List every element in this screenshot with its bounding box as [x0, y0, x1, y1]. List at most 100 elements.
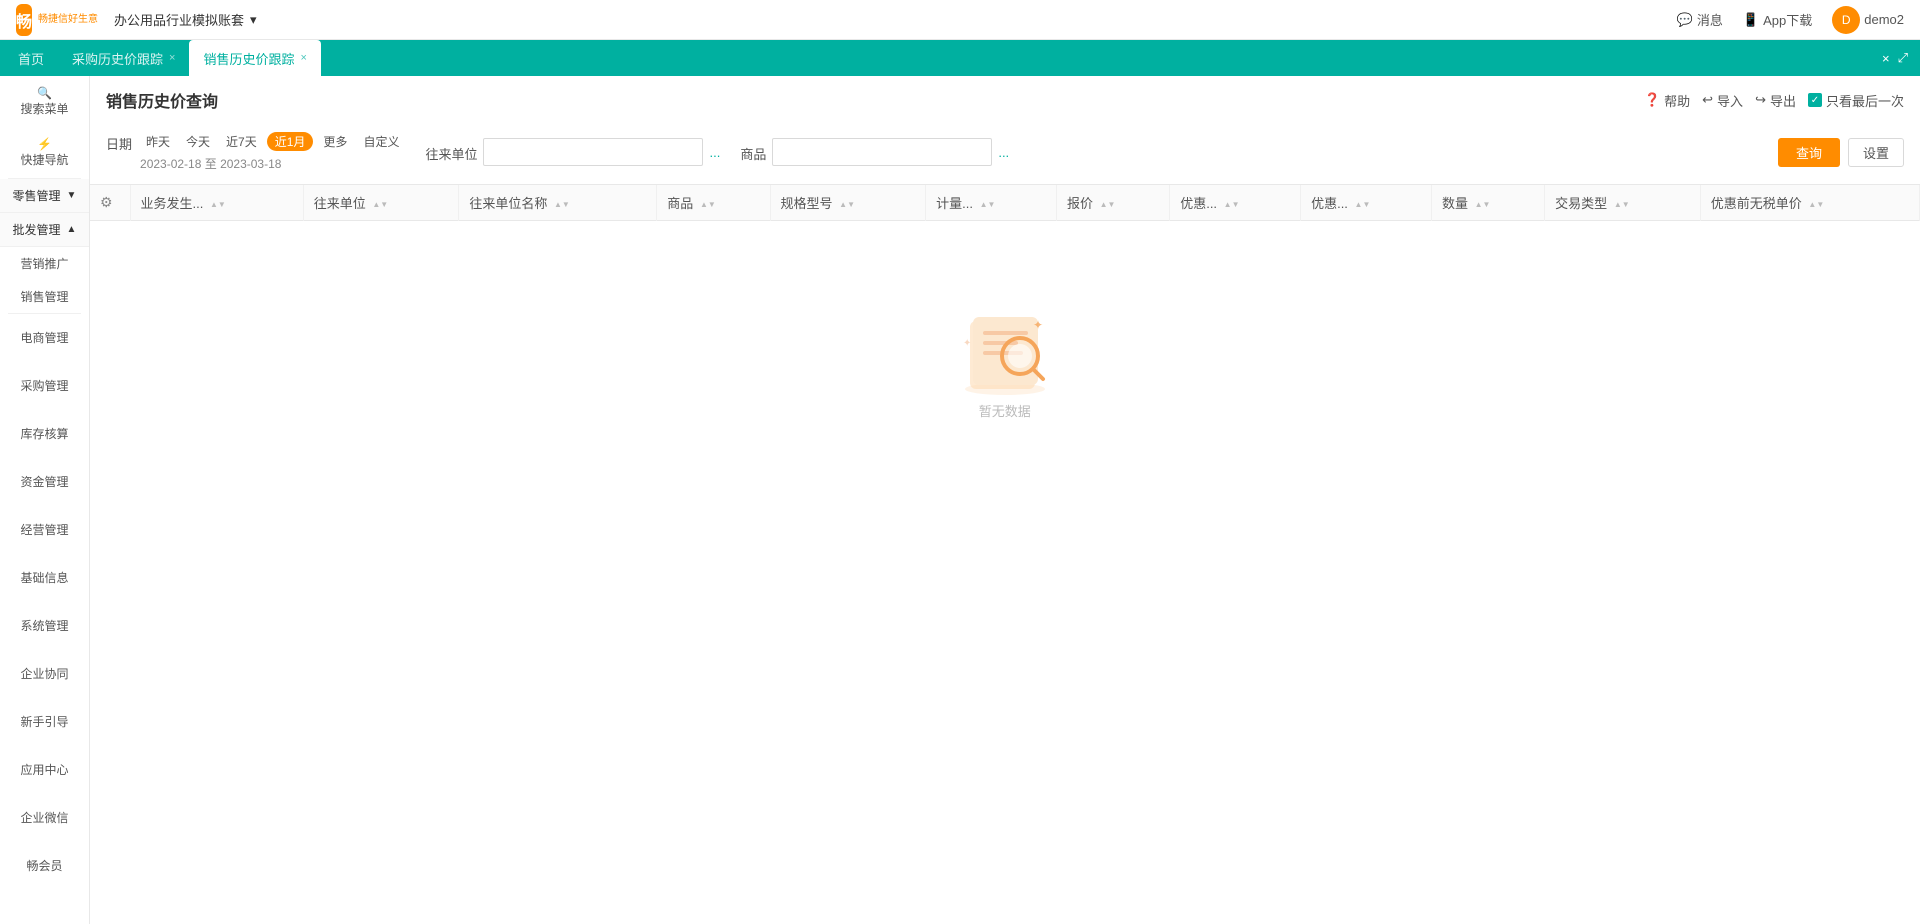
th-partner-name-label: 往来单位名称 — [469, 196, 547, 211]
sidebar-item-purchase[interactable]: 采购管理 — [0, 362, 89, 410]
sidebar-finance-label: 资金管理 — [20, 475, 68, 491]
date-filter-group: 日期 昨天 今天 近7天 近1月 更多 自定义 2023-02-18 至 202… — [106, 132, 405, 172]
th-quote[interactable]: 报价 ▲▼ — [1056, 185, 1169, 221]
th-partner-code[interactable]: 往来单位 ▲▼ — [303, 185, 459, 221]
sidebar-item-operations[interactable]: 经营管理 — [0, 506, 89, 554]
date-btn-7days[interactable]: 近7天 — [220, 132, 263, 151]
import-icon: ↩ — [1702, 92, 1713, 108]
partner-input[interactable] — [483, 138, 703, 166]
partner-label: 往来单位 — [425, 144, 477, 163]
sidebar-wholesale-label: 批发管理 — [13, 221, 61, 238]
sidebar-beginner-label: 新手引导 — [20, 715, 68, 731]
logo-area: 畅 畅捷信好生意 — [16, 4, 96, 36]
th-product-label: 商品 — [667, 196, 693, 211]
th-discount2[interactable]: 优惠... ▲▼ — [1301, 185, 1432, 221]
username: demo2 — [1864, 12, 1904, 27]
user-menu[interactable]: D demo2 — [1832, 6, 1904, 34]
table-settings-icon[interactable]: ⚙ — [100, 194, 113, 210]
product-input[interactable] — [772, 138, 992, 166]
tab-sales-history-close[interactable]: × — [300, 52, 306, 64]
avatar: D — [1832, 6, 1860, 34]
th-product[interactable]: 商品 ▲▼ — [657, 185, 770, 221]
page-actions: ❓ 帮助 ↩ 导入 ↪ 导出 ✓ 只看最后一次 — [1644, 91, 1904, 110]
svg-text:✦: ✦ — [1033, 318, 1043, 332]
tab-purchase-history-close[interactable]: × — [169, 52, 175, 64]
app-download-button[interactable]: 📱 App下载 — [1743, 10, 1812, 29]
import-button[interactable]: ↩ 导入 — [1702, 91, 1743, 110]
th-trade-type[interactable]: 交易类型 ▲▼ — [1545, 185, 1701, 221]
message-button[interactable]: 💬 消息 — [1677, 10, 1723, 29]
date-btn-1month[interactable]: 近1月 — [267, 132, 314, 151]
sidebar-item-search-menu[interactable]: 🔍 搜索菜单 — [0, 76, 89, 127]
th-biz-date[interactable]: 业务发生... ▲▼ — [130, 185, 303, 221]
help-button[interactable]: ❓ 帮助 — [1644, 91, 1690, 110]
th-spec-label: 规格型号 — [781, 196, 833, 211]
sort-icons-product: ▲▼ — [700, 200, 716, 209]
retail-expand-icon: ▼ — [67, 190, 77, 201]
page-header: 销售历史价查询 ❓ 帮助 ↩ 导入 ↪ 导出 ✓ — [90, 76, 1920, 185]
sidebar-item-retail[interactable]: 零售管理 ▼ — [0, 179, 89, 213]
sidebar-item-quick-nav[interactable]: ⚡ 快捷导航 — [0, 127, 89, 178]
sidebar-item-membership[interactable]: 畅会员 — [0, 842, 89, 890]
sidebar-item-system[interactable]: 系统管理 — [0, 602, 89, 650]
th-partner-name[interactable]: 往来单位名称 ▲▼ — [459, 185, 657, 221]
search-menu-icon: 🔍 — [37, 86, 52, 102]
sidebar-item-beginner[interactable]: 新手引导 — [0, 698, 89, 746]
sidebar-item-inventory[interactable]: 库存核算 — [0, 410, 89, 458]
th-spec[interactable]: 规格型号 ▲▼ — [770, 185, 926, 221]
sidebar-item-app-center[interactable]: 应用中心 — [0, 746, 89, 794]
sidebar-item-ecommerce[interactable]: 电商管理 — [0, 314, 89, 362]
th-unit-label: 计量... — [936, 196, 973, 211]
sidebar-inventory-label: 库存核算 — [20, 427, 68, 443]
workspace-selector[interactable]: 办公用品行业模拟账套 ▾ — [106, 6, 265, 33]
tab-purchase-history[interactable]: 采购历史价跟踪 × — [58, 40, 189, 76]
window-close-icon[interactable]: × — [1882, 51, 1890, 66]
th-discount1-label: 优惠... — [1180, 196, 1217, 211]
tab-sales-history[interactable]: 销售历史价跟踪 × — [189, 40, 320, 76]
date-btn-custom[interactable]: 自定义 — [357, 132, 405, 151]
empty-state: ✦ ✦ 暂无数据 — [90, 221, 1920, 500]
th-partner-code-label: 往来单位 — [314, 196, 366, 211]
svg-text:✦: ✦ — [963, 338, 971, 349]
th-unit[interactable]: 计量... ▲▼ — [926, 185, 1057, 221]
sort-icons-spec: ▲▼ — [839, 200, 855, 209]
th-qty[interactable]: 数量 ▲▼ — [1431, 185, 1544, 221]
date-btn-today[interactable]: 今天 — [180, 132, 216, 151]
sidebar-enterprise-wechat-label: 企业微信 — [20, 811, 68, 827]
sidebar-item-wholesale[interactable]: 批发管理 ▲ — [0, 213, 89, 247]
sidebar-quick-nav-label: 快捷导航 — [20, 153, 68, 169]
sidebar-item-sales-mgmt[interactable]: 销售管理 — [0, 280, 89, 313]
date-btn-yesterday[interactable]: 昨天 — [140, 132, 176, 151]
only-latest-checkbox[interactable]: ✓ 只看最后一次 — [1808, 91, 1904, 110]
th-discount1[interactable]: 优惠... ▲▼ — [1170, 185, 1301, 221]
sidebar-item-basic-info[interactable]: 基础信息 — [0, 554, 89, 602]
query-button[interactable]: 查询 — [1778, 138, 1840, 167]
export-button[interactable]: ↪ 导出 — [1755, 91, 1796, 110]
sidebar-item-finance[interactable]: 资金管理 — [0, 458, 89, 506]
main-layout: 🔍 搜索菜单 ⚡ 快捷导航 零售管理 ▼ 批发管理 ▲ 营销推广 销售管理 电商… — [0, 76, 1920, 924]
sidebar-sales-mgmt-label: 销售管理 — [20, 290, 68, 304]
sidebar-item-enterprise-coop[interactable]: 企业协同 — [0, 650, 89, 698]
import-label: 导入 — [1717, 91, 1743, 110]
th-pretax-price[interactable]: 优惠前无税单价 ▲▼ — [1700, 185, 1919, 221]
product-picker-icon[interactable]: ... — [998, 145, 1009, 160]
sidebar-marketing-label: 营销推广 — [20, 257, 68, 271]
sidebar-item-marketing[interactable]: 营销推广 — [0, 247, 89, 280]
sort-icons-partner-name: ▲▼ — [554, 200, 570, 209]
settings-button[interactable]: 设置 — [1848, 138, 1904, 167]
empty-state-row: ✦ ✦ 暂无数据 — [90, 221, 1920, 501]
tab-home[interactable]: 首页 — [4, 40, 58, 76]
date-btn-more[interactable]: 更多 — [317, 132, 353, 151]
partner-picker-icon[interactable]: ... — [709, 145, 720, 160]
window-maximize-icon[interactable]: ⤢ — [1898, 50, 1908, 66]
data-table: ⚙ 业务发生... ▲▼ 往来单位 ▲▼ 往来单位名称 ▲▼ — [90, 185, 1920, 500]
sidebar-item-enterprise-wechat[interactable]: 企业微信 — [0, 794, 89, 842]
workspace-name: 办公用品行业模拟账套 — [114, 10, 244, 29]
content-area: 销售历史价查询 ❓ 帮助 ↩ 导入 ↪ 导出 ✓ — [90, 76, 1920, 924]
th-qty-label: 数量 — [1442, 196, 1468, 211]
th-discount2-label: 优惠... — [1311, 196, 1348, 211]
filter-actions: 查询 设置 — [1778, 138, 1904, 167]
sidebar-purchase-label: 采购管理 — [20, 379, 68, 395]
only-latest-label: 只看最后一次 — [1826, 91, 1904, 110]
sidebar-enterprise-coop-label: 企业协同 — [20, 667, 68, 683]
